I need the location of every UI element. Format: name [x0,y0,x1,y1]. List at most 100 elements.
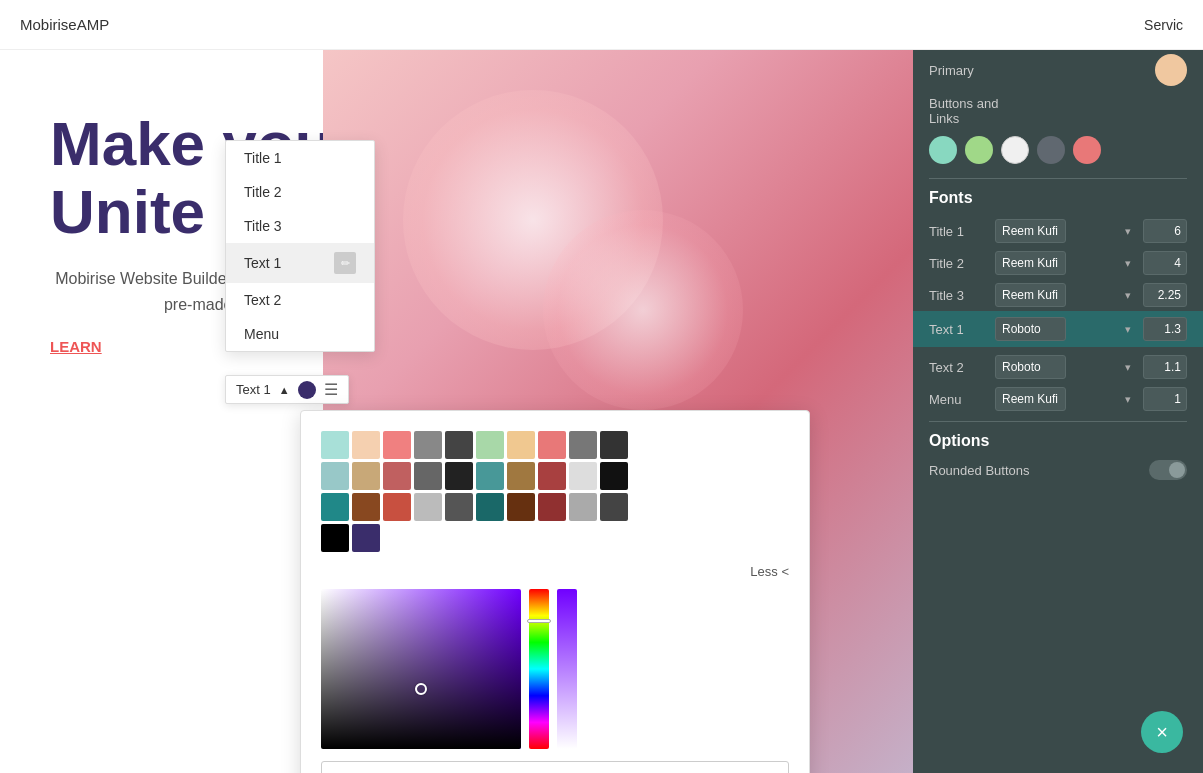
swatch-24[interactable] [414,493,442,521]
gradient-picker[interactable] [321,589,521,749]
swatch-11[interactable] [321,462,349,490]
swatch-5[interactable] [445,431,473,459]
swatch-30[interactable] [600,493,628,521]
font-row-title1: Title 1 Reem Kufi Roboto [929,219,1187,243]
font-select-text1[interactable]: Roboto Reem Kufi [995,317,1066,341]
dropdown-item-text1[interactable]: Text 1 ✏ [226,243,374,283]
primary-label: Primary [929,63,1009,78]
font-row-title3: Title 3 Reem Kufi Roboto [929,283,1187,307]
swatch-10[interactable] [600,431,628,459]
swatch-18[interactable] [538,462,566,490]
edit-icon[interactable]: ✏ [334,252,356,274]
options-title: Options [929,432,1187,450]
font-size-title1[interactable] [1143,219,1187,243]
font-selector-bar: Text 1 ▲ ☰ [225,375,349,404]
btn-color-red[interactable] [1073,136,1101,164]
btn-color-green[interactable] [965,136,993,164]
font-select-menu[interactable]: Reem Kufi Roboto [995,387,1066,411]
close-button[interactable]: × [1141,711,1183,753]
font-row-menu: Menu Reem Kufi Roboto [929,387,1187,411]
dropdown-item-title1[interactable]: Title 1 [226,141,374,175]
swatch-16[interactable] [476,462,504,490]
btn-color-white[interactable] [1001,136,1029,164]
font-select-wrap-title2: Reem Kufi Roboto [995,251,1137,275]
opacity-bar[interactable] [557,589,577,749]
btn-links-label: Buttons and Links [929,96,1009,126]
rounded-buttons-toggle[interactable] [1149,460,1187,480]
swatch-19[interactable] [569,462,597,490]
divider-2 [929,421,1187,422]
swatch-28[interactable] [538,493,566,521]
font-size-title2[interactable] [1143,251,1187,275]
swatch-13[interactable] [383,462,411,490]
font-label-text2: Text 2 [929,360,989,375]
swatch-1[interactable] [321,431,349,459]
swatch-9[interactable] [569,431,597,459]
swatch-27[interactable] [507,493,535,521]
swatch-25[interactable] [445,493,473,521]
btn-links-row: Buttons and Links [929,96,1187,126]
swatch-6[interactable] [476,431,504,459]
font-row-text2: Text 2 Roboto Reem Kufi [929,355,1187,379]
toggle-knob [1169,462,1185,478]
font-select-wrap-text2: Roboto Reem Kufi [995,355,1137,379]
swatch-22[interactable] [352,493,380,521]
color-picker-popup: Less < [300,410,810,773]
hue-bar[interactable] [529,589,549,749]
right-panel: Colors Primary Buttons and Links Fonts T… [913,0,1203,773]
swatch-2[interactable] [352,431,380,459]
rounded-buttons-label: Rounded Buttons [929,463,1149,478]
btn-color-teal[interactable] [929,136,957,164]
swatch-26[interactable] [476,493,504,521]
btn-color-dark[interactable] [1037,136,1065,164]
swatch-23[interactable] [383,493,411,521]
font-size-title3[interactable] [1143,283,1187,307]
color-gradient-area [321,589,789,749]
font-select-wrap-title3: Reem Kufi Roboto [995,283,1137,307]
swatch-15[interactable] [445,462,473,490]
align-icon[interactable]: ☰ [324,380,338,399]
swatch-4[interactable] [414,431,442,459]
swatch-20[interactable] [600,462,628,490]
divider-1 [929,178,1187,179]
font-selector-label: Text 1 [236,382,271,397]
dropdown-item-title3[interactable]: Title 3 [226,209,374,243]
dropdown-item-title2[interactable]: Title 2 [226,175,374,209]
font-size-text2[interactable] [1143,355,1187,379]
swatch-17[interactable] [507,462,535,490]
font-select-title1[interactable]: Reem Kufi Roboto [995,219,1066,243]
font-select-wrap-menu: Reem Kufi Roboto [995,387,1137,411]
swatch-21[interactable] [321,493,349,521]
fonts-title: Fonts [929,189,1187,207]
color-circle[interactable] [298,381,316,399]
hex-input[interactable] [321,761,789,773]
font-select-title3[interactable]: Reem Kufi Roboto [995,283,1066,307]
font-size-menu[interactable] [1143,387,1187,411]
font-select-text2[interactable]: Roboto Reem Kufi [995,355,1066,379]
font-label-menu: Menu [929,392,989,407]
swatch-14[interactable] [414,462,442,490]
less-button[interactable]: Less < [321,564,789,579]
swatch-7[interactable] [507,431,535,459]
dropdown-item-text2[interactable]: Text 2 [226,283,374,317]
font-size-text1[interactable] [1143,317,1187,341]
swatch-8[interactable] [538,431,566,459]
gradient-cursor [415,683,427,695]
brand-logo: MobiriseAMP [20,16,109,33]
swatch-32[interactable] [352,524,380,552]
primary-color-swatch[interactable] [1155,54,1187,86]
font-select-wrap-text1: Roboto Reem Kufi [995,317,1137,341]
color-swatches [321,431,789,552]
btn-link-colors [929,136,1187,164]
dropdown-item-menu[interactable]: Menu [226,317,374,351]
font-select-title2[interactable]: Reem Kufi Roboto [995,251,1066,275]
swatch-3[interactable] [383,431,411,459]
swatch-31[interactable] [321,524,349,552]
opacity-area [557,589,577,749]
font-row-title2: Title 2 Reem Kufi Roboto [929,251,1187,275]
font-label-title3: Title 3 [929,288,989,303]
swatch-12[interactable] [352,462,380,490]
hue-cursor [527,619,551,623]
nav-right-text: Servic [1144,17,1183,33]
swatch-29[interactable] [569,493,597,521]
